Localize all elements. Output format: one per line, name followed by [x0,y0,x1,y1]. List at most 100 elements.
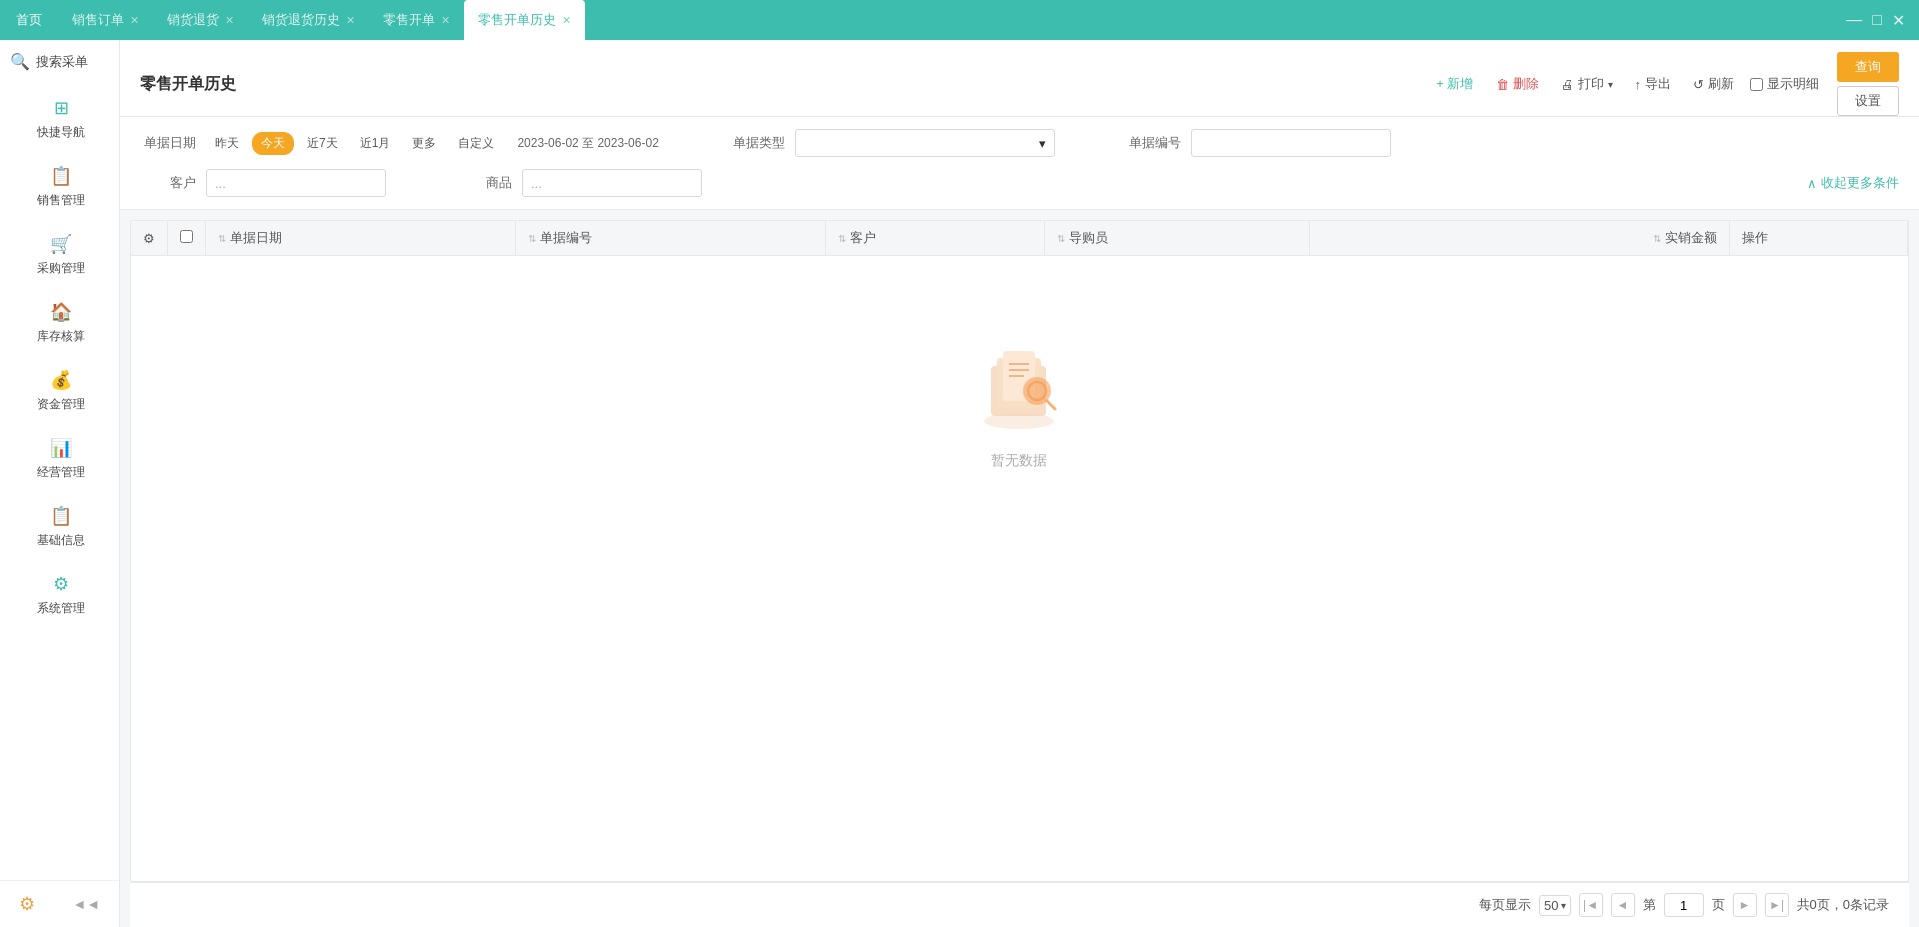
sidebar-item-basic-info[interactable]: 📋 基础信息 [0,491,119,559]
tab-sales-return-history-label: 销货退货历史 [262,11,340,29]
display-detail-input[interactable] [1750,78,1763,91]
page-word: 第 [1643,896,1656,914]
th-number-label: 单据编号 [540,230,592,245]
filter-row-2: 客户 ... 商品 ... ∧ 收起更多条件 [140,169,1899,197]
th-salesperson-label: 导购员 [1069,230,1108,245]
page-size-dropdown-icon: ▾ [1561,900,1566,911]
sort-icon[interactable]: ⇅ [218,233,226,244]
sidebar-item-inventory[interactable]: 🏠 库存核算 [0,287,119,355]
prev-page-btn[interactable]: ◄ [1611,893,1635,917]
add-label: + 新增 [1436,75,1473,93]
data-table: ⚙ ⇅ 单据日期 ⇅ 单据编号 [131,221,1908,530]
minimize-icon[interactable]: — [1846,11,1862,29]
th-checkbox[interactable] [168,221,206,256]
type-select[interactable] [795,129,1055,157]
close-icon[interactable]: ✕ [562,14,571,27]
page-label: 页 [1712,896,1725,914]
sidebar-bottom: ⚙ ◄◄ [0,880,119,927]
page-size-select[interactable]: 50 ▾ [1539,895,1570,916]
print-button[interactable]: 🖨 打印 ▾ [1555,71,1619,97]
th-customer-label: 客户 [850,230,876,245]
next-page-btn[interactable]: ► [1733,893,1757,917]
purchase-label: 采购管理 [37,260,85,277]
tab-retail-history[interactable]: 零售开单历史 ✕ [464,0,585,40]
export-button[interactable]: ↑ 导出 [1629,71,1678,97]
display-detail-label: 显示明细 [1767,75,1819,93]
collapse-icon[interactable]: ◄◄ [72,896,100,912]
sidebar-search[interactable]: 🔍 搜索采单 [0,40,119,83]
sort-icon[interactable]: ⇅ [838,233,846,244]
sales-icon: 📋 [50,165,72,187]
th-action: 操作 [1729,221,1907,256]
current-page-input[interactable] [1664,893,1704,917]
query-button[interactable]: 查询 [1837,52,1899,82]
th-settings[interactable]: ⚙ [131,221,168,256]
close-icon[interactable]: ✕ [441,14,450,27]
system-label: 系统管理 [37,600,85,617]
refresh-label: 刷新 [1708,75,1734,93]
close-icon[interactable]: ✕ [346,14,355,27]
sales-label: 销售管理 [37,192,85,209]
close-icon[interactable]: ✕ [130,14,139,27]
yesterday-btn[interactable]: 昨天 [206,132,248,155]
operations-label: 经营管理 [37,464,85,481]
sidebar-item-quick-nav[interactable]: ⊞ 快捷导航 [0,83,119,151]
last1month-btn[interactable]: 近1月 [351,132,400,155]
customer-input[interactable]: ... [206,169,386,197]
sidebar-item-system[interactable]: ⚙ 系统管理 [0,559,119,627]
tab-sales-order[interactable]: 销售订单 ✕ [58,0,153,40]
goods-dots: ... [531,176,542,191]
page-size-value: 50 [1544,898,1558,913]
number-input[interactable] [1191,129,1391,157]
refresh-button[interactable]: ↺ 刷新 [1687,71,1740,97]
delete-button[interactable]: 🗑 删除 [1490,71,1545,97]
purchase-icon: 🛒 [50,233,72,255]
last7days-btn[interactable]: 近7天 [298,132,347,155]
goods-input[interactable]: ... [522,169,702,197]
number-filter-label: 单据编号 [1125,134,1181,152]
collapse-button[interactable]: ∧ 收起更多条件 [1807,174,1899,192]
delete-icon: 🗑 [1496,77,1509,92]
export-label: 导出 [1645,75,1671,93]
print-icon: 🖨 [1561,77,1574,92]
search-label: 搜索采单 [36,53,88,71]
system-icon: ⚙ [53,573,69,595]
tab-sales-return-history[interactable]: 销货退货历史 ✕ [248,0,369,40]
add-button[interactable]: + 新增 [1430,71,1479,97]
inventory-label: 库存核算 [37,328,85,345]
page-title: 零售开单历史 [140,74,236,95]
sort-icon[interactable]: ⇅ [1653,233,1661,244]
last-page-btn[interactable]: ►| [1765,893,1789,917]
sidebar-item-operations[interactable]: 📊 经营管理 [0,423,119,491]
th-salesperson: ⇅ 导购员 [1045,221,1310,256]
sort-icon[interactable]: ⇅ [1057,233,1065,244]
tab-retail-history-label: 零售开单历史 [478,11,556,29]
tab-home[interactable]: 首页 [0,0,58,40]
settings-icon[interactable]: ⚙ [19,893,35,915]
select-all-checkbox[interactable] [180,230,193,243]
finance-label: 资金管理 [37,396,85,413]
window-controls: — □ ✕ [1846,11,1919,30]
delete-label: 删除 [1513,75,1539,93]
first-page-btn[interactable]: |◄ [1579,893,1603,917]
sidebar-item-finance[interactable]: 💰 资金管理 [0,355,119,423]
display-detail-checkbox[interactable]: 显示明细 [1750,75,1819,93]
tab-retail-open[interactable]: 零售开单 ✕ [369,0,464,40]
settings-gear-icon[interactable]: ⚙ [143,231,155,246]
settings-button[interactable]: 设置 [1837,86,1899,116]
sort-icon[interactable]: ⇅ [528,233,536,244]
finance-icon: 💰 [50,369,72,391]
filter-row-1: 单据日期 昨天 今天 近7天 近1月 更多 自定义 2023-06-02 至 2… [140,129,1899,157]
print-label: 打印 [1578,75,1604,93]
sidebar-item-sales-mgmt[interactable]: 📋 销售管理 [0,151,119,219]
today-btn[interactable]: 今天 [252,132,294,155]
maximize-icon[interactable]: □ [1872,11,1882,29]
sidebar-item-purchase-mgmt[interactable]: 🛒 采购管理 [0,219,119,287]
close-icon[interactable]: ✕ [225,14,234,27]
more-btn[interactable]: 更多 [403,132,445,155]
collapse-icon: ∧ [1807,176,1817,191]
window-close-icon[interactable]: ✕ [1892,11,1905,30]
tab-sales-return[interactable]: 销货退货 ✕ [153,0,248,40]
toolbar: + 新增 🗑 删除 🖨 打印 ▾ ↑ 导出 ↺ 刷新 [1430,52,1899,116]
custom-btn[interactable]: 自定义 [449,132,503,155]
